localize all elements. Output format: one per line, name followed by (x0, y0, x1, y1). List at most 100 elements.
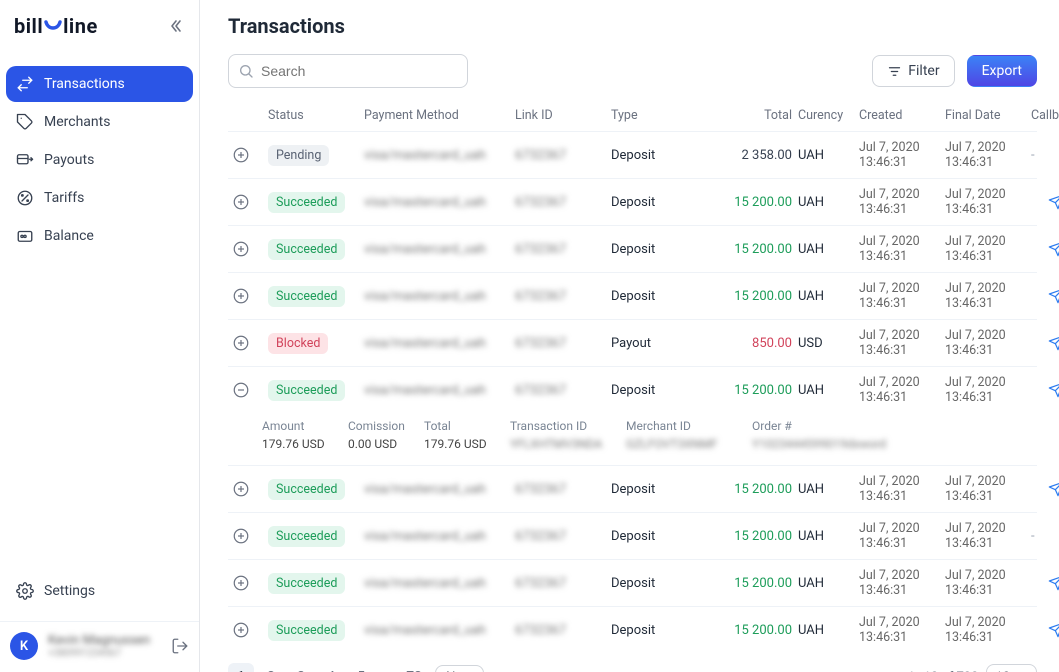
exp-val-amount: 179.76 USD (262, 437, 325, 451)
status-badge: Succeeded (268, 573, 345, 594)
sidebar-item-label: Tariffs (44, 190, 84, 206)
currency: UAH (798, 148, 853, 163)
link-id: 6732367 (515, 529, 605, 544)
sidebar-item-label: Transactions (44, 76, 125, 92)
logout-button[interactable] (171, 637, 189, 655)
pager-ellipsis: ... (378, 663, 397, 672)
exp-label-transactionid: Transaction ID (510, 419, 620, 433)
expand-row-button[interactable] (232, 480, 262, 498)
callback-button[interactable] (1031, 575, 1059, 591)
col-created: Created (859, 108, 939, 123)
currency: UAH (798, 289, 853, 304)
final-date: Jul 7, 202013:46:31 (945, 140, 1025, 170)
status-badge: Succeeded (268, 526, 345, 547)
filter-button[interactable]: Filter (872, 55, 954, 87)
callback-button[interactable] (1031, 241, 1059, 257)
swap-icon (16, 75, 34, 93)
pager-next-button[interactable]: Next (435, 665, 484, 672)
final-date: Jul 7, 202013:46:31 (945, 615, 1025, 645)
created-date: Jul 7, 202013:46:31 (859, 474, 939, 504)
sidebar-item-settings[interactable]: Settings (6, 573, 193, 609)
expand-row-button[interactable] (232, 193, 262, 211)
callback-button[interactable] (1031, 481, 1059, 497)
payment-method: visa/mastercard_uah (364, 148, 509, 163)
created-date: Jul 7, 202013:46:31 (859, 234, 939, 264)
filter-icon (887, 64, 902, 79)
table-row[interactable]: Succeededvisa/mastercard_uah6732367Depos… (228, 225, 1037, 272)
sidebar-item-balance[interactable]: Balance (6, 218, 193, 254)
created-date: Jul 7, 202013:46:31 (859, 281, 939, 311)
table-row[interactable]: Succeededvisa/mastercard_uah6732367Depos… (228, 366, 1037, 413)
total: 15 200.00 (697, 623, 792, 638)
table-row[interactable]: Pendingvisa/mastercard_uah6732367Deposit… (228, 131, 1037, 178)
pager-page-72[interactable]: 72 (401, 663, 427, 672)
type: Deposit (611, 242, 691, 257)
callback-button[interactable] (1031, 382, 1059, 398)
expand-row-button[interactable] (232, 334, 262, 352)
exp-label-total: Total (424, 419, 504, 433)
expand-row-button[interactable] (232, 527, 262, 545)
pager-page-3[interactable]: 3 (288, 663, 314, 672)
table-row[interactable]: Succeededvisa/mastercard_uah6732367Depos… (228, 559, 1037, 606)
status-badge: Succeeded (268, 380, 345, 401)
main-nav: Transactions Merchants Payouts Tariffs Balan… (0, 56, 199, 264)
expand-row-button[interactable] (232, 146, 262, 164)
callback-button[interactable] (1031, 335, 1059, 351)
final-date: Jul 7, 202013:46:31 (945, 568, 1025, 598)
table-row[interactable]: Succeededvisa/mastercard_uah6732367Depos… (228, 272, 1037, 319)
type: Deposit (611, 482, 691, 497)
pager-page-2[interactable]: 2 (258, 663, 284, 672)
payment-method: visa/mastercard_uah (364, 336, 509, 351)
exp-label-merchantid: Merchant ID (626, 419, 746, 433)
type: Deposit (611, 195, 691, 210)
toolbar: Filter Export (228, 54, 1037, 88)
callback-button[interactable] (1031, 622, 1059, 638)
table-row[interactable]: Succeededvisa/mastercard_uah6732367Depos… (228, 465, 1037, 512)
final-date: Jul 7, 202013:46:31 (945, 281, 1025, 311)
expand-row-button[interactable] (232, 287, 262, 305)
total: 15 200.00 (697, 383, 792, 398)
export-button[interactable]: Export (967, 55, 1037, 87)
exp-val-transactionid: YFLXHTMV3NDA (510, 437, 602, 451)
type: Deposit (611, 383, 691, 398)
pager-page-5[interactable]: 5 (348, 663, 374, 672)
table-row[interactable]: Succeededvisa/mastercard_uah6732367Depos… (228, 512, 1037, 559)
table-row[interactable]: Blockedvisa/mastercard_uah6732367Payout8… (228, 319, 1037, 366)
total: 15 200.00 (697, 482, 792, 497)
link-id: 6732367 (515, 289, 605, 304)
sidebar-item-transactions[interactable]: Transactions (6, 66, 193, 102)
sidebar: bill line TransactionsMerchantsPayoutsTa… (0, 0, 200, 672)
transactions-table: Status Payment Method Link ID Type Total… (228, 100, 1037, 653)
exp-label-amount: Amount (262, 419, 342, 433)
expand-row-button[interactable] (232, 574, 262, 592)
sidebar-item-tariffs[interactable]: Tariffs (6, 180, 193, 216)
sidebar-item-merchants[interactable]: Merchants (6, 104, 193, 140)
pager-page-4[interactable]: 4 (318, 663, 344, 672)
user-sub: +380991234567 (48, 648, 161, 659)
callback-button[interactable] (1031, 194, 1059, 210)
user-menu[interactable]: K Kevin Magnussen +380991234567 (0, 621, 199, 672)
pager-page-1[interactable]: 1 (228, 663, 254, 672)
type: Deposit (611, 623, 691, 638)
link-id: 6732367 (515, 383, 605, 398)
table-header: Status Payment Method Link ID Type Total… (228, 100, 1037, 131)
expand-row-button[interactable] (232, 240, 262, 258)
sidebar-item-label: Settings (44, 583, 95, 599)
sidebar-item-label: Payouts (44, 152, 94, 168)
per-page-select[interactable]: 10 (986, 664, 1037, 672)
table-row[interactable]: Succeededvisa/mastercard_uah6732367Depos… (228, 606, 1037, 653)
expand-row-button[interactable] (232, 381, 262, 399)
total: 15 200.00 (697, 242, 792, 257)
page-title: Transactions (228, 14, 1037, 38)
collapse-sidebar-button[interactable] (167, 18, 183, 34)
percent-icon (16, 189, 34, 207)
sidebar-item-payouts[interactable]: Payouts (6, 142, 193, 178)
callback-button[interactable] (1031, 288, 1059, 304)
table-row[interactable]: Succeededvisa/mastercard_uah6732367Depos… (228, 178, 1037, 225)
payment-method: visa/mastercard_uah (364, 529, 509, 544)
status-badge: Succeeded (268, 239, 345, 260)
created-date: Jul 7, 202013:46:31 (859, 568, 939, 598)
expand-row-button[interactable] (232, 621, 262, 639)
search-input[interactable] (228, 54, 468, 88)
currency: UAH (798, 529, 853, 544)
